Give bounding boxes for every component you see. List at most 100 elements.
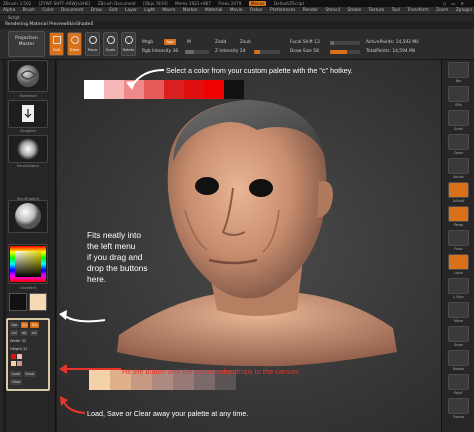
menu-zoom[interactable]: Zoom bbox=[436, 8, 448, 13]
polyf-button[interactable] bbox=[448, 374, 469, 390]
z-intensity-slider[interactable] bbox=[254, 50, 280, 54]
spix-label: SPix bbox=[454, 103, 463, 107]
scale-view-button[interactable] bbox=[448, 326, 469, 342]
menus-button[interactable]: Menus bbox=[248, 1, 267, 6]
rotate-button[interactable]: Rotate bbox=[121, 32, 136, 56]
focal-shift-slider[interactable] bbox=[330, 41, 360, 45]
material-info-bar: Rendering Material PreviewSkinShade4 bbox=[0, 21, 474, 29]
menu-light[interactable]: Light bbox=[144, 8, 155, 13]
zsub-button[interactable]: Zsub bbox=[240, 40, 251, 45]
palette-swatch-skin[interactable] bbox=[11, 361, 16, 366]
floor-button[interactable] bbox=[448, 230, 469, 246]
palette-color-7[interactable] bbox=[204, 80, 224, 99]
menu-movie[interactable]: Movie bbox=[230, 8, 243, 13]
menu-marker[interactable]: Marker bbox=[183, 8, 198, 13]
menu-render[interactable]: Render bbox=[303, 8, 318, 13]
zadd-button[interactable]: Zadd bbox=[215, 40, 226, 45]
lu-button[interactable]: Lu bbox=[21, 322, 29, 328]
draw-size-label: Draw Size 58 bbox=[290, 49, 319, 54]
palette-swatch-tan[interactable] bbox=[17, 361, 22, 366]
width-slider[interactable]: Width 32 bbox=[10, 338, 26, 344]
edit-button[interactable]: Edit bbox=[49, 32, 64, 56]
canvas-viewport[interactable]: Select a color from your custom palette … bbox=[57, 60, 441, 432]
document-label: ZBrush Document bbox=[97, 1, 136, 6]
secondary-color-swatch[interactable] bbox=[29, 293, 47, 311]
srt-button[interactable]: srt bbox=[30, 330, 38, 336]
top-button[interactable]: top bbox=[10, 322, 19, 328]
zoom-button[interactable] bbox=[448, 134, 469, 150]
clear-button[interactable]: Clear bbox=[10, 379, 23, 385]
menu-stroke[interactable]: Stroke bbox=[347, 8, 361, 13]
menu-macro[interactable]: Macro bbox=[162, 8, 175, 13]
default-script-button[interactable]: DefaultZScript bbox=[274, 1, 304, 6]
projection-master-button[interactable]: Projection Master bbox=[8, 31, 45, 57]
rotate-view-button[interactable] bbox=[448, 350, 469, 366]
scale-button[interactable]: Scale bbox=[103, 32, 118, 56]
alt-button[interactable]: alt bbox=[20, 330, 28, 336]
menu-preferences[interactable]: Preferences bbox=[270, 8, 295, 13]
master-label: Master bbox=[18, 42, 35, 47]
height-slider[interactable]: Height 32 bbox=[10, 346, 28, 352]
scroll-label: Scroll bbox=[453, 127, 464, 131]
menu-color[interactable]: Color bbox=[42, 8, 53, 13]
m-button[interactable]: M bbox=[187, 40, 191, 45]
script-label[interactable]: Script bbox=[8, 15, 20, 20]
color-picker[interactable] bbox=[8, 244, 48, 284]
alpha-slot[interactable] bbox=[8, 135, 48, 163]
menu-layer[interactable]: Layer bbox=[125, 8, 137, 13]
local-label: Local bbox=[454, 271, 463, 275]
draw-size-slider[interactable] bbox=[330, 50, 360, 54]
move-label: Move bbox=[87, 48, 98, 52]
menu-stencil[interactable]: Stencil bbox=[325, 8, 340, 13]
bpr-button[interactable] bbox=[448, 62, 469, 78]
move-view-label: Move bbox=[453, 319, 464, 323]
move-view-button[interactable] bbox=[448, 302, 469, 318]
palette-color-1[interactable] bbox=[84, 80, 104, 99]
menu-brush[interactable]: Brush bbox=[23, 8, 35, 13]
save-button[interactable]: Save bbox=[23, 371, 36, 377]
rgb-intensity-fill bbox=[185, 50, 194, 54]
menu-alpha[interactable]: Alpha bbox=[3, 8, 15, 13]
move-button[interactable]: Move bbox=[85, 32, 100, 56]
menu-material[interactable]: Material bbox=[205, 8, 222, 13]
aahalf-button[interactable] bbox=[448, 182, 469, 198]
local-button[interactable] bbox=[448, 254, 469, 270]
palette-color-6[interactable] bbox=[184, 80, 204, 99]
col-button[interactable]: col bbox=[10, 330, 19, 336]
scroll-button[interactable] bbox=[448, 110, 469, 126]
menu-edit[interactable]: Edit bbox=[109, 8, 117, 13]
spix-button[interactable] bbox=[448, 86, 469, 102]
menu-transform[interactable]: Transform bbox=[407, 8, 428, 13]
sw-button[interactable]: Sw bbox=[30, 322, 39, 328]
main-color-swatch[interactable] bbox=[9, 293, 27, 311]
draw-size-fill bbox=[330, 50, 348, 54]
actual-label: Actual bbox=[453, 175, 464, 179]
palette-swatch-grid[interactable] bbox=[11, 354, 47, 368]
menu-document[interactable]: Document bbox=[61, 8, 83, 13]
window-controls[interactable]: ▫ ▭ ✕ bbox=[443, 0, 466, 7]
rgb-intensity-slider[interactable] bbox=[185, 50, 209, 54]
menu-texture[interactable]: Texture bbox=[368, 8, 384, 13]
floor-label: Floor bbox=[454, 247, 463, 251]
persp-button[interactable] bbox=[448, 206, 469, 222]
actual-button[interactable] bbox=[448, 158, 469, 174]
rotate-label: Rotate bbox=[122, 48, 135, 52]
palette-swatch-red[interactable] bbox=[11, 354, 16, 359]
menu-zplugin[interactable]: Zplugin bbox=[456, 8, 472, 13]
menu-picker[interactable]: Picker bbox=[250, 8, 263, 13]
rotate-view-label: Rotate bbox=[452, 367, 465, 371]
brush-slot[interactable] bbox=[8, 60, 48, 92]
palette-color-8[interactable] bbox=[224, 80, 244, 99]
draw-button[interactable]: Draw bbox=[67, 32, 82, 56]
material-slot[interactable] bbox=[8, 200, 48, 233]
rgb-button[interactable]: Rgb bbox=[164, 39, 176, 45]
palette-row-2: col alt srt bbox=[10, 330, 39, 336]
load-button[interactable]: Load bbox=[10, 371, 22, 377]
transp-button[interactable] bbox=[448, 398, 469, 414]
stroke-slot[interactable] bbox=[8, 100, 48, 128]
palette-swatch-pink[interactable] bbox=[17, 354, 22, 359]
menu-draw[interactable]: Draw bbox=[91, 8, 102, 13]
lsym-button[interactable] bbox=[448, 278, 469, 294]
menu-tool[interactable]: Tool bbox=[392, 8, 400, 13]
mrgb-button[interactable]: Mrgb bbox=[142, 40, 153, 45]
